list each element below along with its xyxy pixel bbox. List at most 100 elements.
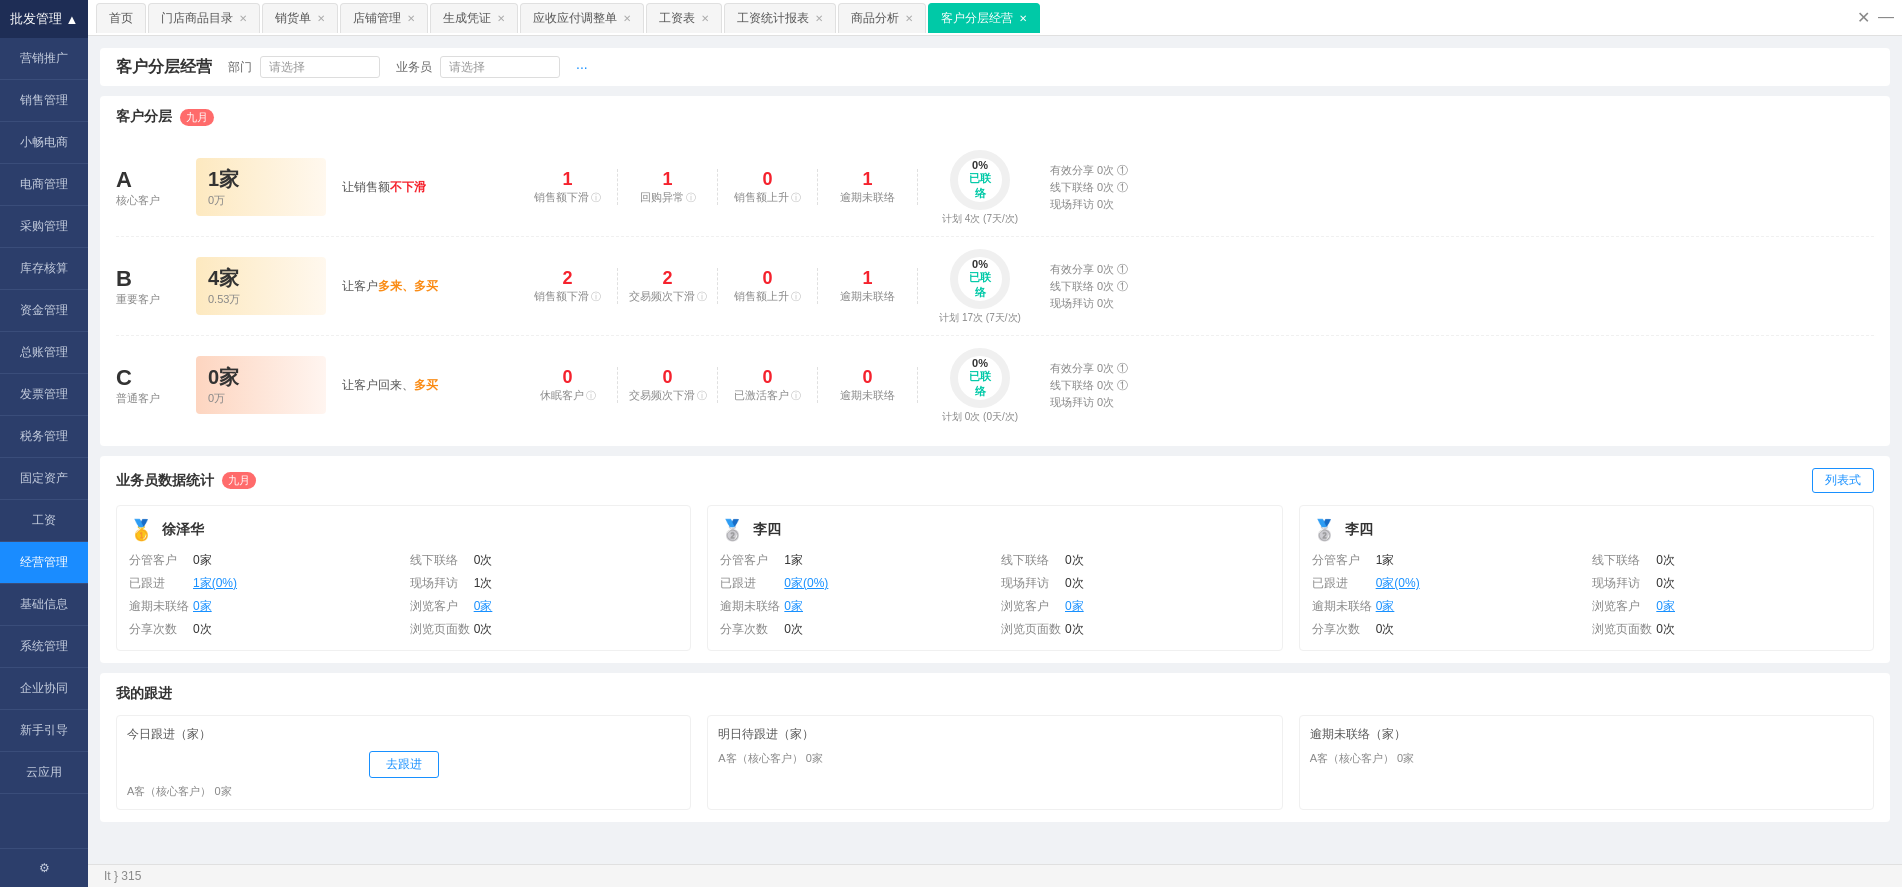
- info-icon[interactable]: ⓘ: [697, 290, 707, 304]
- list-view-button[interactable]: 列表式: [1812, 468, 1874, 493]
- sp-stat-row: 分享次数 0次: [129, 621, 398, 638]
- followup-sub-row: A客（核心客户） 0家: [127, 784, 680, 799]
- followup-header: 我的跟进: [116, 685, 1874, 703]
- info-icon[interactable]: ⓘ: [686, 191, 696, 205]
- sidebar-item-xcdsc[interactable]: 小畅电商: [0, 122, 88, 164]
- sidebar-item-yyyy[interactable]: 云应用: [0, 752, 88, 794]
- salesperson-card-0: 🥇 徐泽华 分管客户 0家 线下联络 0次 已跟进: [116, 505, 691, 651]
- tab-close-icon[interactable]: ✕: [239, 13, 247, 24]
- dept-select[interactable]: 请选择: [260, 56, 380, 78]
- info-icon[interactable]: ⓘ: [591, 290, 601, 304]
- followup-overdue-box: 逾期未联络（家） A客（核心客户） 0家: [1299, 715, 1874, 810]
- tab-product-analysis[interactable]: 商品分析 ✕: [838, 3, 926, 33]
- tier-c-circle: 0% 已联络 计划 0次 (0天/次): [930, 346, 1030, 424]
- tab-close-icon[interactable]: ✕: [701, 13, 709, 24]
- sidebar-expand-icon[interactable]: ▲: [66, 12, 79, 27]
- sp-stat-row: 线下联络 0次: [410, 552, 679, 569]
- bottom-hint: It } 315: [88, 864, 1902, 887]
- tier-c-stat-3: 0 已激活客户 ⓘ: [718, 367, 818, 403]
- dept-label: 部门: [228, 59, 252, 76]
- goto-followup-button[interactable]: 去跟进: [369, 751, 439, 778]
- followup-tomorrow-title: 明日待跟进（家）: [718, 726, 1271, 743]
- sidebar-item-jcxx[interactable]: 基础信息: [0, 584, 88, 626]
- tab-close-window-icon[interactable]: ✕: [1857, 8, 1870, 27]
- tier-c-count-box: 0家 0万: [196, 356, 326, 414]
- tab-close-icon[interactable]: ✕: [407, 13, 415, 24]
- dept-filter-group: 部门 请选择: [228, 56, 380, 78]
- tab-shop-manage[interactable]: 店铺管理 ✕: [340, 3, 428, 33]
- sidebar-item-zzgl[interactable]: 总账管理: [0, 332, 88, 374]
- sp-stat-row: 已跟进 1家(0%): [129, 575, 398, 592]
- tab-payroll[interactable]: 工资表 ✕: [646, 3, 722, 33]
- sidebar-item-gz[interactable]: 工资: [0, 500, 88, 542]
- tier-a-stat-4: 1 逾期未联络: [818, 169, 918, 205]
- sidebar-item-qyxt[interactable]: 企业协同: [0, 668, 88, 710]
- info-icon[interactable]: ⓘ: [791, 389, 801, 403]
- sidebar-item-xsgl[interactable]: 销售管理: [0, 80, 88, 122]
- info-icon[interactable]: ⓘ: [591, 191, 601, 205]
- sp-stat-row: 浏览客户 0家: [1592, 598, 1861, 615]
- tier-a-stat-1: 1 销售额下滑 ⓘ: [518, 169, 618, 205]
- sp-name-1: 李四: [753, 521, 781, 539]
- tab-store-products[interactable]: 门店商品目录 ✕: [148, 3, 260, 33]
- sp-header-0: 🥇 徐泽华: [129, 518, 678, 542]
- info-icon[interactable]: ⓘ: [791, 290, 801, 304]
- customer-tier-header: 客户分层 九月: [116, 108, 1874, 126]
- tab-close-icon[interactable]: ✕: [623, 13, 631, 24]
- tier-b-count-box: 4家 0.53万: [196, 257, 326, 315]
- tier-c-label: C 普通客户: [116, 365, 196, 406]
- tab-sales-order[interactable]: 销货单 ✕: [262, 3, 338, 33]
- sp-stats-2: 分管客户 1家 线下联络 0次 已跟进 0家(0%) 现场拜访: [1312, 552, 1861, 638]
- tier-c-stat-1: 0 休眠客户 ⓘ: [518, 367, 618, 403]
- sp-name-0: 徐泽华: [162, 521, 204, 539]
- sp-stat-row: 分享次数 0次: [720, 621, 989, 638]
- page-title: 客户分层经营: [116, 57, 212, 78]
- tier-a-circle-chart: 0% 已联络: [948, 148, 1012, 212]
- info-icon[interactable]: ⓘ: [586, 389, 596, 403]
- tab-close-icon[interactable]: ✕: [497, 13, 505, 24]
- info-icon[interactable]: ⓘ: [791, 191, 801, 205]
- info-icon[interactable]: ⓘ: [697, 389, 707, 403]
- tab-close-icon[interactable]: ✕: [815, 13, 823, 24]
- tab-payroll-report[interactable]: 工资统计报表 ✕: [724, 3, 836, 33]
- sidebar-item-zjgl[interactable]: 资金管理: [0, 290, 88, 332]
- sidebar-top-menu[interactable]: 批发管理 ▲: [0, 0, 88, 38]
- followup-title: 我的跟进: [116, 685, 172, 703]
- sp-stat-row: 逾期未联络 0家: [720, 598, 989, 615]
- sp-stat-row: 浏览页面数 0次: [1592, 621, 1861, 638]
- sales-select[interactable]: 请选择: [440, 56, 560, 78]
- sidebar-item-cggl[interactable]: 采购管理: [0, 206, 88, 248]
- sidebar-top-label: 批发管理: [10, 10, 62, 28]
- followup-today-box: 今日跟进（家） 去跟进 A客（核心客户） 0家: [116, 715, 691, 810]
- tab-gen-voucher[interactable]: 生成凭证 ✕: [430, 3, 518, 33]
- tab-close-icon[interactable]: ✕: [317, 13, 325, 24]
- sales-filter-group: 业务员 请选择: [396, 56, 560, 78]
- sidebar-item-dscgl[interactable]: 电商管理: [0, 164, 88, 206]
- tab-adjustment[interactable]: 应收应付调整单 ✕: [520, 3, 644, 33]
- sidebar-item-gdzcf[interactable]: 固定资产: [0, 458, 88, 500]
- followup-overdue-title: 逾期未联络（家）: [1310, 726, 1863, 743]
- sidebar-item-xsyd[interactable]: 新手引导: [0, 710, 88, 752]
- tab-customer-tier[interactable]: 客户分层经营 ✕: [928, 3, 1040, 33]
- tab-close-icon[interactable]: ✕: [905, 13, 913, 24]
- salesperson-card-1: 🥈 李四 分管客户 1家 线下联络 0次 已跟进: [707, 505, 1282, 651]
- circle-plan: 计划 4次 (7天/次): [942, 212, 1018, 226]
- sidebar-settings[interactable]: ⚙: [0, 848, 88, 887]
- gear-icon[interactable]: ⚙: [39, 861, 50, 875]
- sidebar-item-swgl[interactable]: 税务管理: [0, 416, 88, 458]
- more-filter-icon[interactable]: ···: [576, 59, 588, 75]
- sidebar-item-fpgl[interactable]: 发票管理: [0, 374, 88, 416]
- sidebar-item-kchj[interactable]: 库存核算: [0, 248, 88, 290]
- salesperson-grid: 🥇 徐泽华 分管客户 0家 线下联络 0次 已跟进: [116, 505, 1874, 651]
- followup-tomorrow-sub: A客（核心客户） 0家: [718, 751, 1271, 766]
- sidebar-item-xtgl[interactable]: 系统管理: [0, 626, 88, 668]
- tab-home[interactable]: 首页: [96, 3, 146, 33]
- sidebar-item-jygl[interactable]: 经营管理: [0, 542, 88, 584]
- followup-section: 我的跟进 今日跟进（家） 去跟进 A客（核心客户） 0家 明日待跟进（家） A客…: [100, 673, 1890, 822]
- tier-c-circle-chart: 0% 已联络: [948, 346, 1012, 410]
- tier-c-suggestion: 让客户回来、多买: [342, 377, 502, 394]
- sidebar-item-yxtg[interactable]: 营销推广: [0, 38, 88, 80]
- tab-minimize-icon[interactable]: —: [1878, 8, 1894, 27]
- tab-close-icon[interactable]: ✕: [1019, 13, 1027, 24]
- tier-c-stat-2: 0 交易频次下滑 ⓘ: [618, 367, 718, 403]
